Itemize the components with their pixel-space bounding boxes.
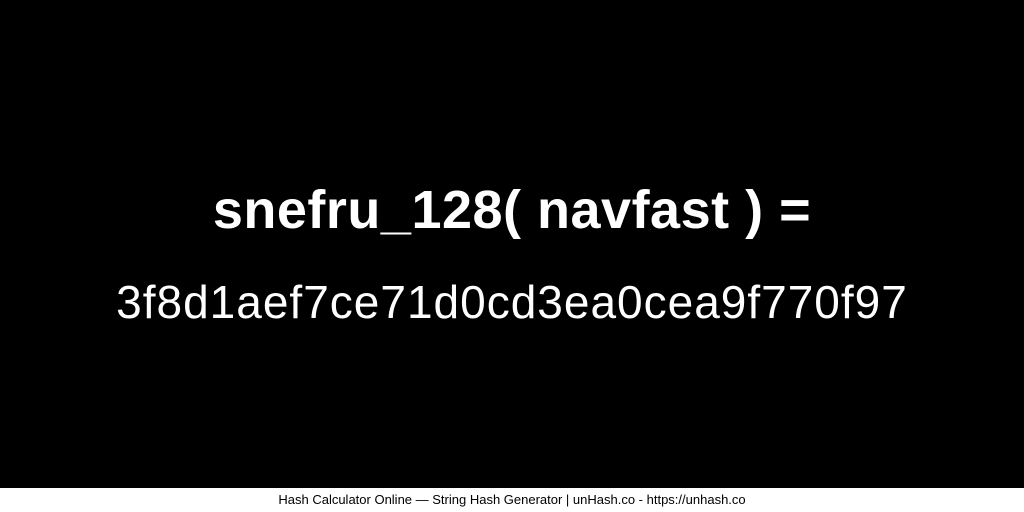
hash-expression: snefru_128( navfast ) = <box>213 179 811 241</box>
footer-bar: Hash Calculator Online — String Hash Gen… <box>0 488 1024 512</box>
card-container: snefru_128( navfast ) = 3f8d1aef7ce71d0c… <box>0 0 1024 512</box>
hash-result: 3f8d1aef7ce71d0cd3ea0cea9f770f97 <box>116 275 908 329</box>
footer-text: Hash Calculator Online — String Hash Gen… <box>278 492 745 507</box>
main-content: snefru_128( navfast ) = 3f8d1aef7ce71d0c… <box>0 0 1024 488</box>
